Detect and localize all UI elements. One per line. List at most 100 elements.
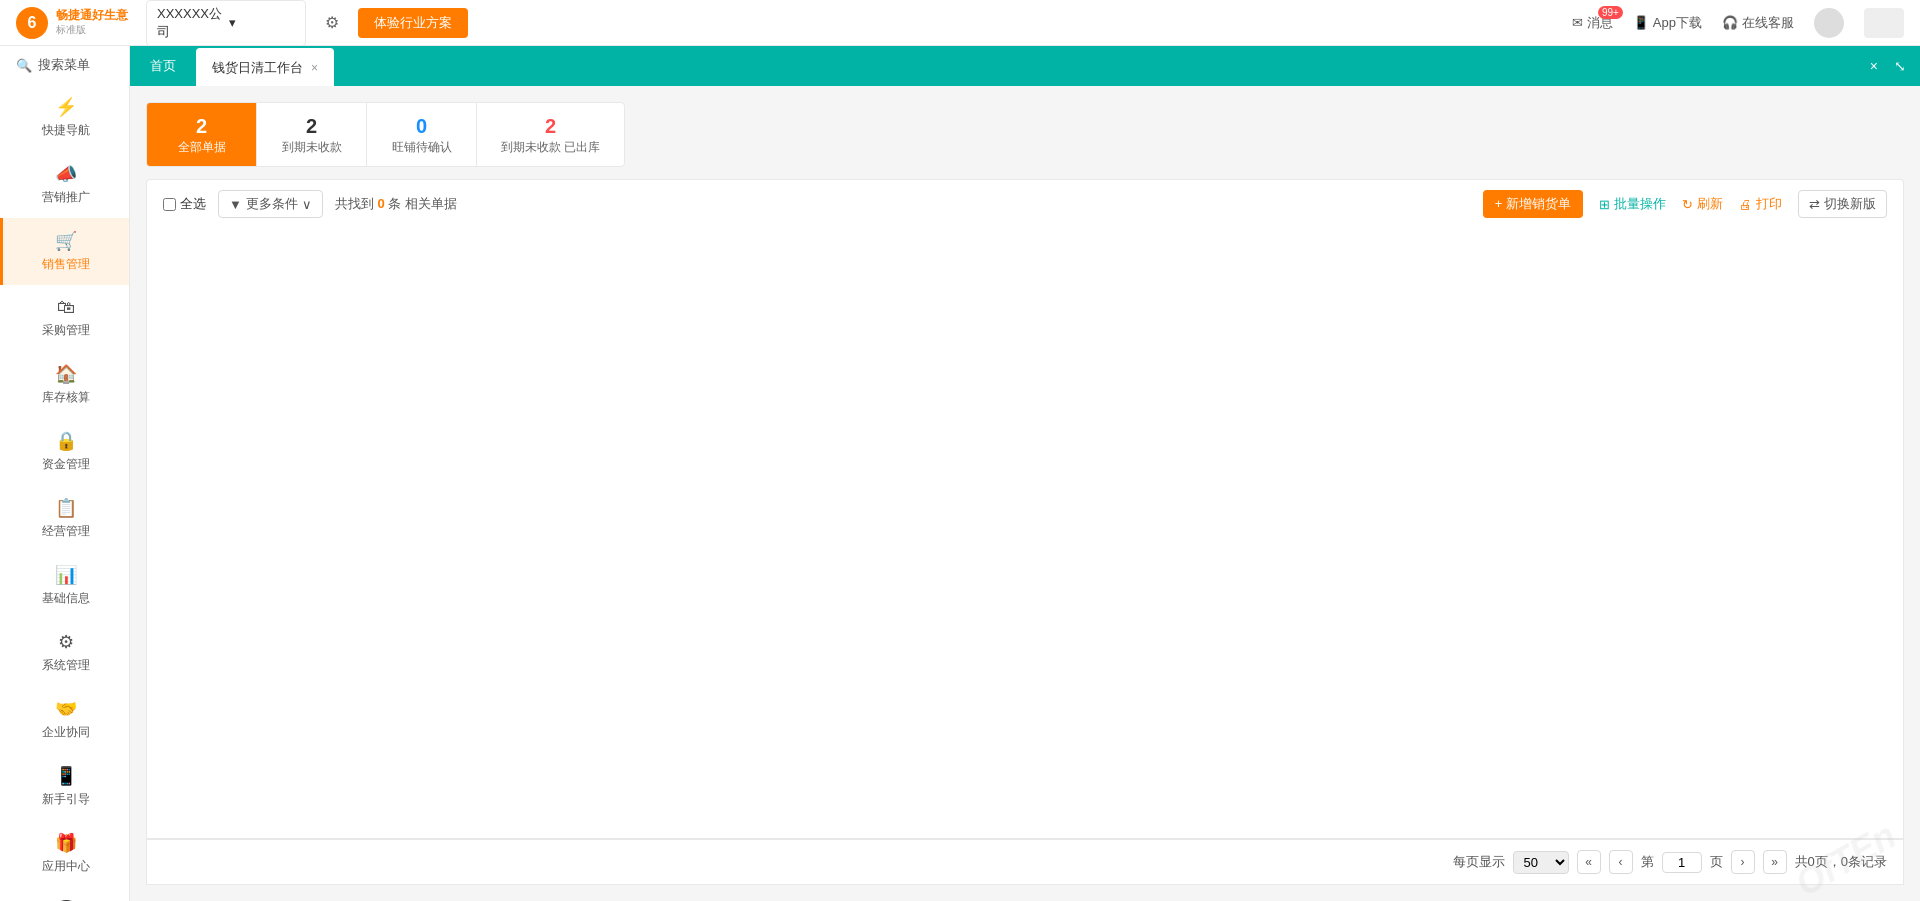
sidebar-label-inventory: 库存核算 bbox=[42, 389, 90, 406]
logo-text: 畅捷通好生意 标准版 bbox=[56, 8, 128, 36]
page-input[interactable] bbox=[1662, 852, 1702, 873]
stats-tabs: 2 全部单据 2 到期未收款 0 旺铺待确认 2 到期未收款 已出库 bbox=[146, 102, 625, 167]
logo-icon: 6 bbox=[16, 7, 48, 39]
stat-tab-overdue[interactable]: 2 到期未收款 bbox=[257, 103, 367, 166]
message-button[interactable]: ✉ 消息 99+ bbox=[1572, 14, 1613, 32]
sidebar-item-system[interactable]: ⚙ 系统管理 bbox=[0, 619, 129, 686]
app-title: 畅捷通好生意 bbox=[56, 8, 128, 22]
page-content: 2 全部单据 2 到期未收款 0 旺铺待确认 2 到期未收款 已出库 bbox=[130, 86, 1920, 901]
bag-icon: 🛍 bbox=[57, 297, 75, 318]
filter-button[interactable]: ▼ 更多条件 ∨ bbox=[218, 190, 323, 218]
total-label: 共0页，0条记录 bbox=[1795, 853, 1887, 871]
app-subtitle: 标准版 bbox=[56, 23, 128, 37]
stat-num-all: 2 bbox=[171, 113, 232, 139]
prev-page-button[interactable]: ‹ bbox=[1609, 850, 1633, 874]
avatar[interactable] bbox=[1814, 8, 1844, 38]
sidebar-label-quick-nav: 快捷导航 bbox=[42, 122, 90, 139]
sidebar-label-newbie: 新手引导 bbox=[42, 791, 90, 808]
company-name: XXXXXX公司 bbox=[157, 5, 223, 41]
sidebar-item-apps[interactable]: 🎁 应用中心 bbox=[0, 820, 129, 887]
sidebar-label-system: 系统管理 bbox=[42, 657, 90, 674]
stat-label-shipped: 到期未收款 已出库 bbox=[501, 139, 600, 156]
last-page-button[interactable]: » bbox=[1763, 850, 1787, 874]
per-page-select[interactable]: 50 100 200 bbox=[1513, 851, 1569, 874]
megaphone-icon: 📣 bbox=[55, 163, 77, 185]
sidebar-label-enterprise: 企业协同 bbox=[42, 724, 90, 741]
page-suffix: 页 bbox=[1710, 853, 1723, 871]
sidebar-label-operations: 经营管理 bbox=[42, 523, 90, 540]
filter-icon: ▼ bbox=[229, 197, 242, 212]
sidebar-item-basics[interactable]: 📊 基础信息 bbox=[0, 552, 129, 619]
online-service-button[interactable]: 🎧 在线客服 bbox=[1722, 14, 1794, 32]
page-label: 第 bbox=[1641, 853, 1654, 871]
chevron-down-icon: ▾ bbox=[229, 15, 295, 30]
sidebar-item-newbie[interactable]: 📱 新手引导 bbox=[0, 753, 129, 820]
tab-home-label: 首页 bbox=[150, 57, 176, 75]
chevron-icon: ∨ bbox=[302, 197, 312, 212]
stat-tab-all[interactable]: 2 全部单据 bbox=[147, 103, 257, 166]
house-icon: 🏠 bbox=[55, 363, 77, 385]
sidebar-label-finance: 资金管理 bbox=[42, 456, 90, 473]
toolbar: 全选 ▼ 更多条件 ∨ 共找到 0 条 相关单据 bbox=[146, 179, 1904, 228]
sidebar-item-sales[interactable]: 🛒 销售管理 bbox=[0, 218, 129, 285]
select-all-checkbox[interactable]: 全选 bbox=[163, 195, 206, 213]
tab-min-button[interactable]: × bbox=[1866, 54, 1882, 78]
lock-icon: 🔒 bbox=[55, 430, 77, 452]
batch-operation-button[interactable]: ⊞ 批量操作 bbox=[1599, 195, 1666, 213]
sidebar-item-purchase[interactable]: 🛍 采购管理 bbox=[0, 285, 129, 351]
table-section: 全选 ▼ 更多条件 ∨ 共找到 0 条 相关单据 bbox=[146, 179, 1904, 885]
cart-icon: 🛒 bbox=[55, 230, 77, 252]
found-unit: 条 bbox=[388, 196, 401, 211]
stat-tab-pending[interactable]: 0 旺铺待确认 bbox=[367, 103, 477, 166]
tab-active-label: 钱货日清工作台 bbox=[212, 59, 303, 77]
filter-label: 更多条件 bbox=[246, 195, 298, 213]
tab-active[interactable]: 钱货日清工作台 × bbox=[196, 48, 334, 88]
sidebar-item-marketing[interactable]: 📣 营销推广 bbox=[0, 151, 129, 218]
tab-max-button[interactable]: ⤡ bbox=[1890, 54, 1910, 78]
headset-icon: 🎧 bbox=[1722, 15, 1738, 30]
switch-version-button[interactable]: ⇄ 切换新版 bbox=[1798, 190, 1887, 218]
first-page-button[interactable]: « bbox=[1577, 850, 1601, 874]
stat-num-overdue: 2 bbox=[281, 113, 342, 139]
app-download-label: App下载 bbox=[1653, 14, 1702, 32]
select-all-input[interactable] bbox=[163, 198, 176, 211]
sidebar-item-enterprise[interactable]: 🤝 企业协同 bbox=[0, 686, 129, 753]
header-right: ✉ 消息 99+ 📱 App下载 🎧 在线客服 bbox=[1572, 8, 1904, 38]
tab-close-icon[interactable]: × bbox=[311, 61, 318, 75]
per-page-label: 每页显示 bbox=[1453, 853, 1505, 871]
avatar-extra[interactable] bbox=[1864, 8, 1904, 38]
content-area: 首页 钱货日清工作台 × × ⤡ 2 全部单据 2 到期未收款 bbox=[130, 46, 1920, 901]
stat-label-overdue: 到期未收款 bbox=[281, 139, 342, 156]
top-header: 6 畅捷通好生意 标准版 XXXXXX公司 ▾ ⚙ 体验行业方案 ✉ 消息 99… bbox=[0, 0, 1920, 46]
refresh-button[interactable]: ↻ 刷新 bbox=[1682, 195, 1723, 213]
sidebar-label-marketing: 营销推广 bbox=[42, 189, 90, 206]
found-count: 0 bbox=[378, 196, 385, 211]
gift-icon: 🎁 bbox=[55, 832, 77, 854]
refresh-label: 刷新 bbox=[1697, 195, 1723, 213]
sidebar-item-wechat[interactable]: 💬 企业微信 bbox=[0, 887, 129, 901]
sidebar-item-operations[interactable]: 📋 经营管理 bbox=[0, 485, 129, 552]
table-area bbox=[146, 228, 1904, 839]
add-sale-button[interactable]: + 新增销货单 bbox=[1483, 190, 1583, 218]
switch-label: 切换新版 bbox=[1824, 195, 1876, 213]
sidebar-item-quick-nav[interactable]: ⚡ 快捷导航 bbox=[0, 84, 129, 151]
stat-label-all: 全部单据 bbox=[171, 139, 232, 156]
print-icon: 🖨 bbox=[1739, 197, 1752, 212]
message-icon: ✉ bbox=[1572, 15, 1583, 30]
company-selector[interactable]: XXXXXX公司 ▾ bbox=[146, 0, 306, 46]
tab-bar: 首页 钱货日清工作台 × × ⤡ bbox=[130, 46, 1920, 86]
print-button[interactable]: 🖨 打印 bbox=[1739, 195, 1782, 213]
tab-home[interactable]: 首页 bbox=[130, 46, 196, 86]
sidebar-label-apps: 应用中心 bbox=[42, 858, 90, 875]
next-page-button[interactable]: › bbox=[1731, 850, 1755, 874]
sidebar-search[interactable]: 🔍 搜索菜单 bbox=[0, 46, 129, 84]
sidebar-item-finance[interactable]: 🔒 资金管理 bbox=[0, 418, 129, 485]
trial-button[interactable]: 体验行业方案 bbox=[358, 8, 468, 38]
stat-tab-shipped[interactable]: 2 到期未收款 已出库 bbox=[477, 103, 624, 166]
sidebar-item-inventory[interactable]: 🏠 库存核算 bbox=[0, 351, 129, 418]
app-download-button[interactable]: 📱 App下载 bbox=[1633, 14, 1702, 32]
select-all-label: 全选 bbox=[180, 195, 206, 213]
database-icon: 📊 bbox=[55, 564, 77, 586]
settings-button[interactable]: ⚙ bbox=[316, 7, 348, 39]
print-label: 打印 bbox=[1756, 195, 1782, 213]
